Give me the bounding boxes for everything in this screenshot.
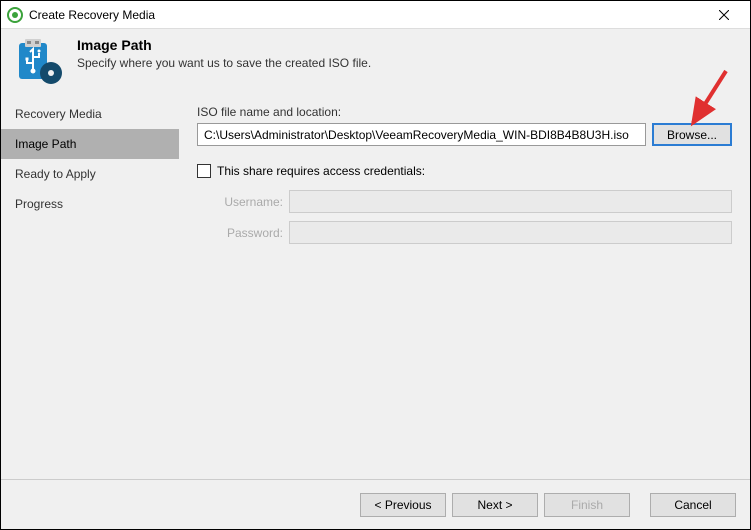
app-icon bbox=[7, 7, 23, 23]
share-credentials-checkbox-row[interactable]: This share requires access credentials: bbox=[197, 164, 732, 178]
sidebar-item-image-path[interactable]: Image Path bbox=[1, 129, 179, 159]
share-credentials-label: This share requires access credentials: bbox=[217, 164, 425, 178]
window-title: Create Recovery Media bbox=[29, 8, 704, 22]
header: Image Path Specify where you want us to … bbox=[1, 29, 750, 99]
password-label: Password: bbox=[217, 226, 283, 240]
sidebar-item-progress[interactable]: Progress bbox=[1, 189, 179, 219]
content-panel: ISO file name and location: Browse... Th… bbox=[179, 99, 750, 479]
cancel-button[interactable]: Cancel bbox=[650, 493, 736, 517]
main-area: Recovery Media Image Path Ready to Apply… bbox=[1, 99, 750, 479]
sidebar-item-ready-to-apply[interactable]: Ready to Apply bbox=[1, 159, 179, 189]
footer: < Previous Next > Finish Cancel bbox=[1, 479, 750, 529]
next-button[interactable]: Next > bbox=[452, 493, 538, 517]
password-input bbox=[289, 221, 732, 244]
close-button[interactable] bbox=[704, 1, 744, 29]
browse-button[interactable]: Browse... bbox=[652, 123, 732, 146]
username-label: Username: bbox=[217, 195, 283, 209]
titlebar: Create Recovery Media bbox=[1, 1, 750, 29]
page-subtitle: Specify where you want us to save the cr… bbox=[77, 56, 371, 70]
sidebar-item-recovery-media[interactable]: Recovery Media bbox=[1, 99, 179, 129]
usb-disc-icon bbox=[15, 37, 63, 85]
finish-button: Finish bbox=[544, 493, 630, 517]
previous-button[interactable]: < Previous bbox=[360, 493, 446, 517]
share-credentials-checkbox[interactable] bbox=[197, 164, 211, 178]
wizard-sidebar: Recovery Media Image Path Ready to Apply… bbox=[1, 99, 179, 479]
page-title: Image Path bbox=[77, 37, 371, 53]
iso-path-label: ISO file name and location: bbox=[197, 105, 732, 119]
username-input bbox=[289, 190, 732, 213]
iso-path-input[interactable] bbox=[197, 123, 646, 146]
